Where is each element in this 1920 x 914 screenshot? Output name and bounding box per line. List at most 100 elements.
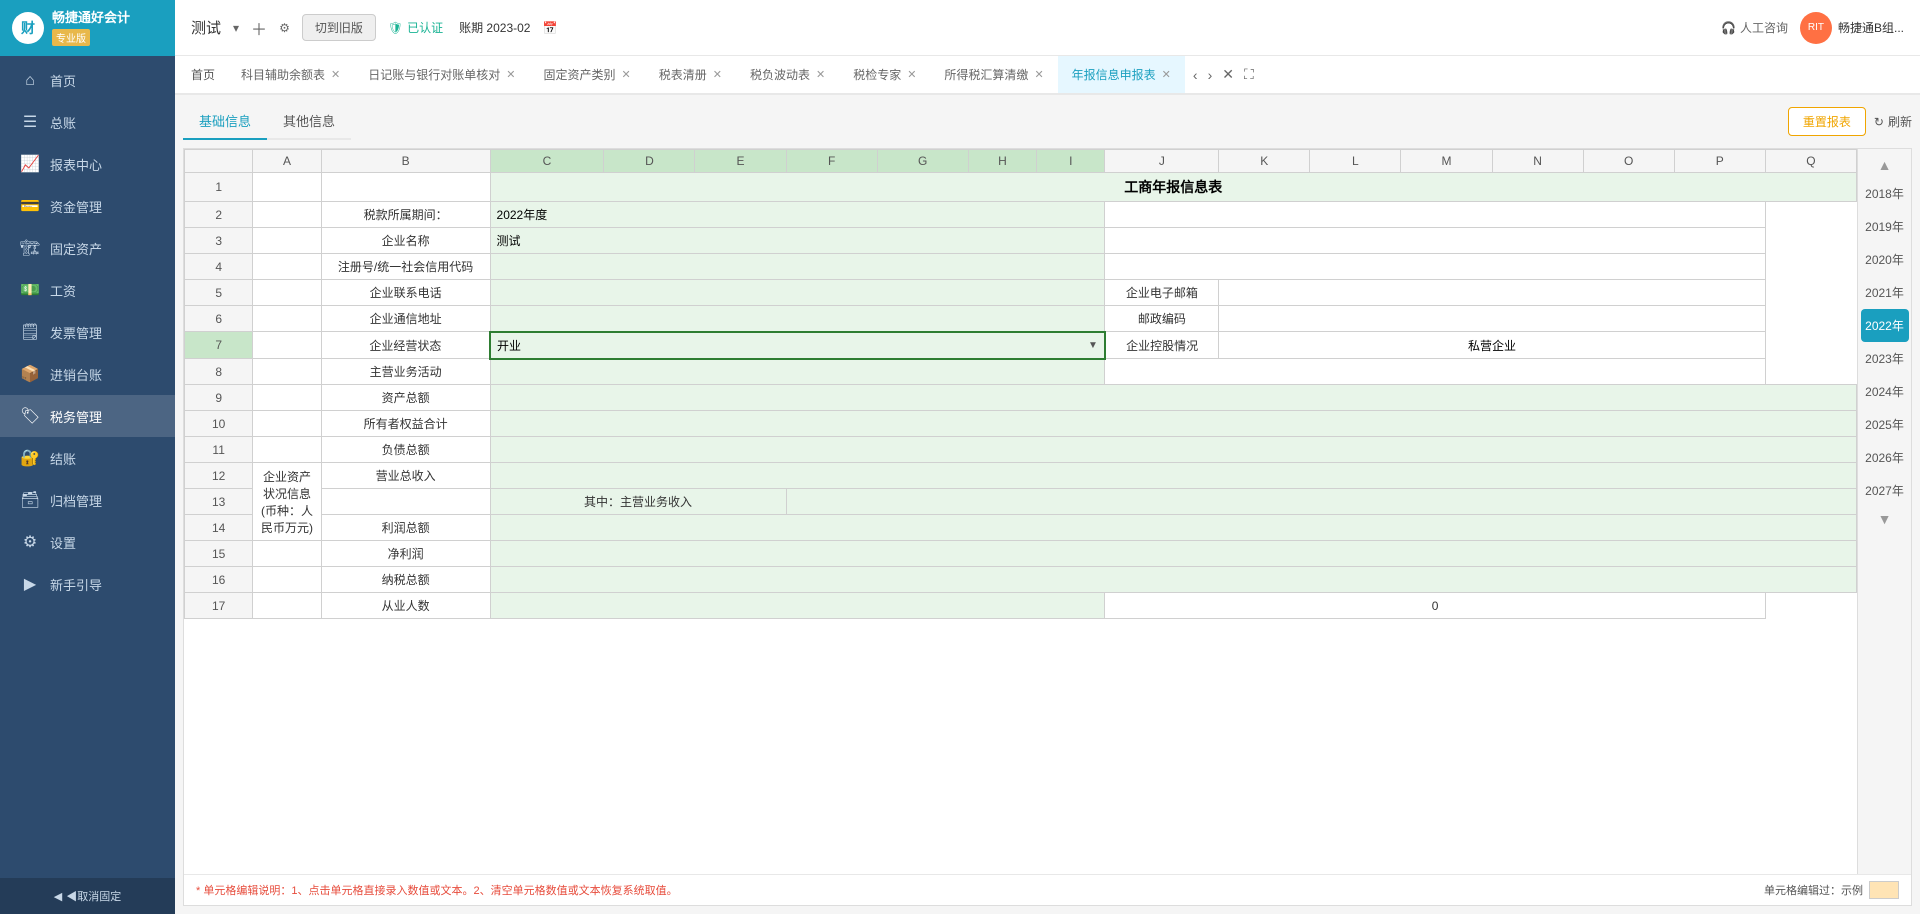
- tab-prev-btn[interactable]: ‹: [1189, 63, 1202, 87]
- col-header-C[interactable]: C: [490, 150, 604, 173]
- tab-next-btn[interactable]: ›: [1204, 63, 1217, 87]
- table-row: 8 主营业务活动: [185, 359, 1857, 385]
- sidebar-item-settings[interactable]: ⚙ 设置: [0, 521, 175, 563]
- tab-journal[interactable]: 日记账与银行对账单核对 ✕: [354, 56, 529, 95]
- col-header-K[interactable]: K: [1219, 150, 1310, 173]
- tab-annual-report-close[interactable]: ✕: [1162, 68, 1171, 81]
- col-header-J[interactable]: J: [1105, 150, 1219, 173]
- tab-income-tax-close[interactable]: ✕: [1034, 68, 1043, 81]
- sidebar-item-report[interactable]: 📈 报表中心: [0, 143, 175, 185]
- user-menu[interactable]: RIT 畅捷通B组...: [1800, 12, 1904, 44]
- tab-tax-return-close[interactable]: ✕: [713, 68, 722, 81]
- sidebar-item-fund[interactable]: 💳 资金管理: [0, 185, 175, 227]
- year-item-2026[interactable]: 2026年: [1861, 441, 1909, 474]
- topbar-dropdown-icon[interactable]: ▾: [233, 21, 239, 35]
- salary-icon: 💵: [20, 280, 40, 300]
- spreadsheet-toolbar: 基础信息 其他信息 重置报表 ↻ 刷新: [183, 103, 1912, 140]
- subtab-bar: 基础信息 其他信息: [183, 103, 351, 140]
- sidebar-item-closing[interactable]: 🔐 结账: [0, 437, 175, 479]
- tab-aux[interactable]: 科目辅助余额表 ✕: [227, 56, 354, 95]
- topbar-add-btn[interactable]: ＋: [251, 16, 267, 40]
- col-header-H[interactable]: H: [968, 150, 1036, 173]
- reset-btn[interactable]: 重置报表: [1788, 107, 1866, 136]
- sidebar-item-asset[interactable]: 🏗 固定资产: [0, 227, 175, 269]
- content-area: 基础信息 其他信息 重置报表 ↻ 刷新: [175, 95, 1920, 914]
- col-header-A[interactable]: A: [253, 150, 321, 173]
- sidebar-item-ledger[interactable]: ☰ 总账: [0, 101, 175, 143]
- tab-asset-type[interactable]: 固定资产类别 ✕: [529, 56, 644, 95]
- table-row: 1 工商年报信息表: [185, 173, 1857, 202]
- tab-tax-return[interactable]: 税表清册 ✕: [645, 56, 736, 95]
- table-row: 13 其中：主营业务收入: [185, 489, 1857, 515]
- period-label: 账期 2023-02: [459, 19, 530, 36]
- sidebar-item-guide[interactable]: ▶ 新手引导: [0, 563, 175, 605]
- tabbar-nav: ‹ › ✕ ⛶: [1185, 62, 1262, 87]
- col-header-F[interactable]: F: [786, 150, 877, 173]
- col-header-N[interactable]: N: [1492, 150, 1583, 173]
- footer-example: 单元格编辑过：示例: [1764, 881, 1899, 899]
- main-area: 测试 ▾ ＋ ⚙ 切到旧版 🛡 已认证 账期 2023-02 📅 🎧 人工咨询 …: [175, 0, 1920, 914]
- subtab-basic[interactable]: 基础信息: [183, 103, 267, 140]
- col-header-E[interactable]: E: [695, 150, 786, 173]
- tab-expand-btn[interactable]: ⛶: [1240, 62, 1258, 87]
- year-item-2020[interactable]: 2020年: [1861, 243, 1909, 276]
- avatar: RIT: [1800, 12, 1832, 44]
- year-item-2018[interactable]: 2018年: [1861, 177, 1909, 210]
- tab-home[interactable]: 首页: [179, 56, 227, 93]
- col-header-G[interactable]: G: [877, 150, 968, 173]
- service-btn[interactable]: 🎧 人工咨询: [1721, 19, 1788, 36]
- col-header-Q[interactable]: Q: [1765, 150, 1856, 173]
- asset-icon: 🏗: [20, 238, 40, 258]
- tab-annual-report[interactable]: 年报信息申报表 ✕: [1058, 56, 1185, 95]
- col-header-L[interactable]: L: [1310, 150, 1401, 173]
- year-item-2025[interactable]: 2025年: [1861, 408, 1909, 441]
- spreadsheet-table-container[interactable]: A B C D E F G H I J: [184, 149, 1857, 874]
- tab-aux-close[interactable]: ✕: [331, 68, 340, 81]
- tab-asset-type-close[interactable]: ✕: [622, 68, 631, 81]
- table-row: 10 所有者权益合计: [185, 411, 1857, 437]
- subtab-other[interactable]: 其他信息: [267, 103, 351, 140]
- sidebar-item-archive[interactable]: 🗃 归档管理: [0, 479, 175, 521]
- col-header-O[interactable]: O: [1583, 150, 1674, 173]
- table-row: 3 企业名称 测试: [185, 228, 1857, 254]
- col-header-M[interactable]: M: [1401, 150, 1492, 173]
- col-header-B[interactable]: B: [321, 150, 490, 173]
- year-item-2022[interactable]: 2022年: [1861, 309, 1909, 342]
- sidebar-item-invoice[interactable]: 🗒 发票管理: [0, 311, 175, 353]
- cell-title[interactable]: 工商年报信息表: [490, 173, 1856, 202]
- sidebar-item-home[interactable]: ⌂ 首页: [0, 60, 175, 101]
- table-row: 15 净利润: [185, 541, 1857, 567]
- tab-tax-wave[interactable]: 税负波动表 ✕: [736, 56, 839, 95]
- dropdown-business-status[interactable]: 开业 ▼: [497, 337, 1098, 354]
- sidebar-item-salary[interactable]: 💵 工资: [0, 269, 175, 311]
- year-item-2024[interactable]: 2024年: [1861, 375, 1909, 408]
- sidebar-collapse-btn[interactable]: ◀ ◀取消固定: [0, 878, 175, 914]
- topbar-settings-icon[interactable]: ⚙: [279, 21, 290, 35]
- old-version-btn[interactable]: 切到旧版: [302, 14, 376, 41]
- tab-close-all-btn[interactable]: ✕: [1218, 62, 1238, 87]
- spreadsheet-btns: 重置报表 ↻ 刷新: [1788, 107, 1912, 136]
- cert-icon: 🛡: [388, 21, 403, 35]
- year-item-2023[interactable]: 2023年: [1861, 342, 1909, 375]
- col-header-D[interactable]: D: [604, 150, 695, 173]
- tab-journal-close[interactable]: ✕: [506, 68, 515, 81]
- table-row: 11 负债总额: [185, 437, 1857, 463]
- tab-tax-wave-close[interactable]: ✕: [816, 68, 825, 81]
- col-header-I[interactable]: I: [1037, 150, 1105, 173]
- refresh-btn[interactable]: ↻ 刷新: [1874, 113, 1912, 130]
- year-item-2027[interactable]: 2027年: [1861, 474, 1909, 507]
- tab-tax-expert-close[interactable]: ✕: [907, 68, 916, 81]
- year-item-2019[interactable]: 2019年: [1861, 210, 1909, 243]
- year-item-2021[interactable]: 2021年: [1861, 276, 1909, 309]
- headset-icon: 🎧: [1721, 21, 1736, 35]
- sidebar-item-tax[interactable]: 🏷 税务管理: [0, 395, 175, 437]
- year-panel-down-btn[interactable]: ▼: [1874, 507, 1896, 531]
- year-panel-up-btn[interactable]: ▲: [1874, 153, 1896, 177]
- col-header-P[interactable]: P: [1674, 150, 1765, 173]
- calendar-icon[interactable]: 📅: [542, 21, 557, 35]
- sidebar-item-stock[interactable]: 📦 进销台账: [0, 353, 175, 395]
- table-row: 9 资产总额: [185, 385, 1857, 411]
- tab-tax-expert[interactable]: 税检专家 ✕: [839, 56, 930, 95]
- tabbar: 首页 科目辅助余额表 ✕ 日记账与银行对账单核对 ✕ 固定资产类别 ✕ 税表清册…: [175, 56, 1920, 95]
- tab-income-tax[interactable]: 所得税汇算清缴 ✕: [930, 56, 1057, 95]
